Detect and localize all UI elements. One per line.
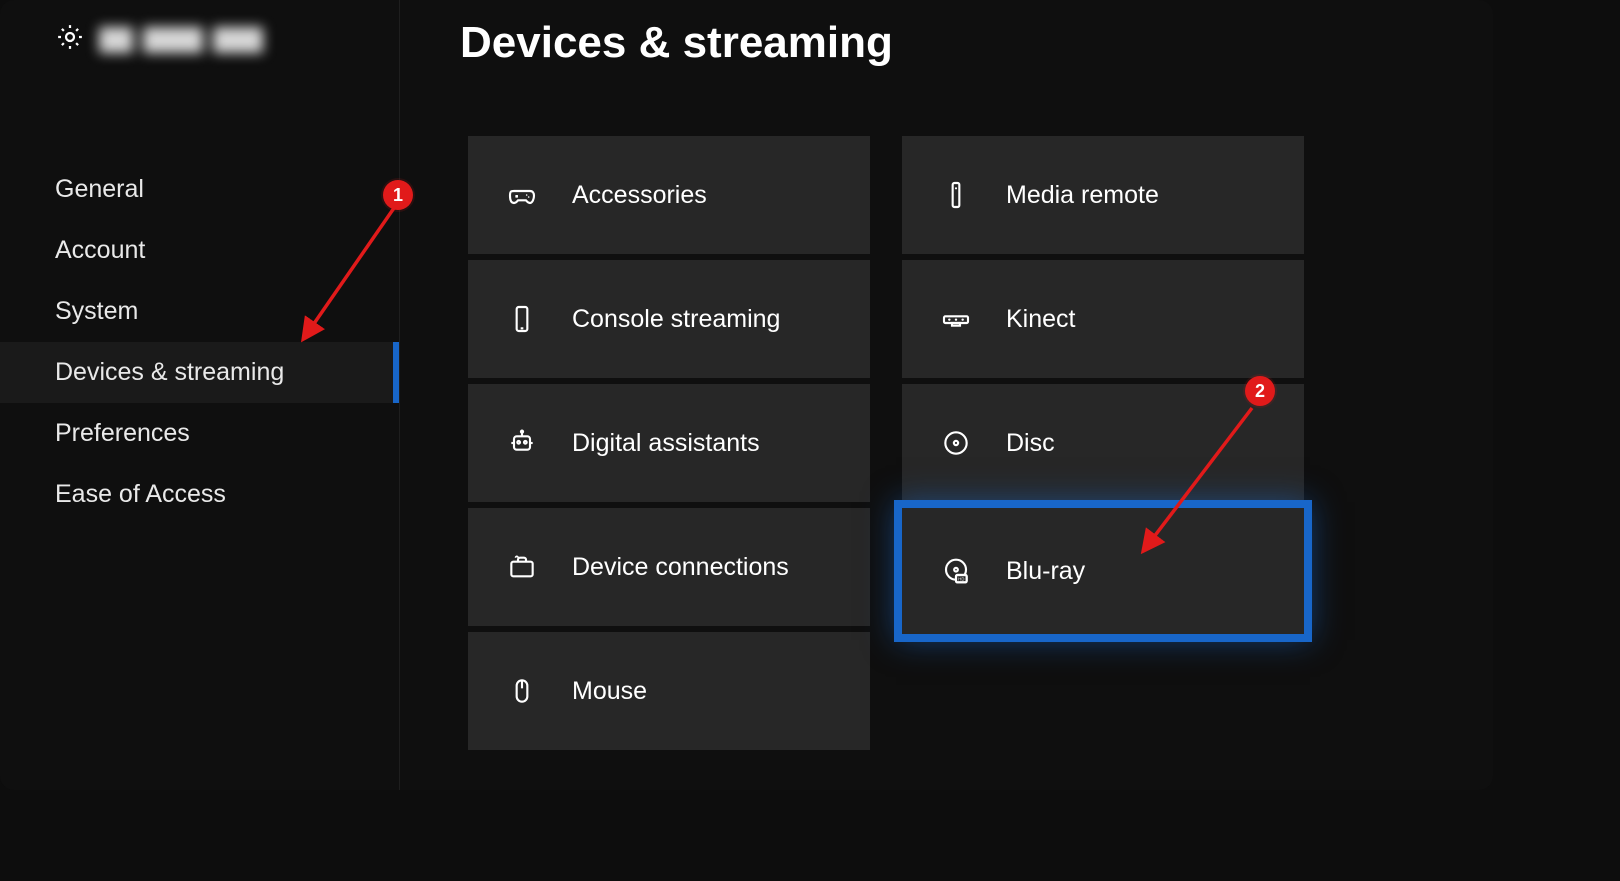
page-title: Devices & streaming xyxy=(460,18,893,68)
tile-accessories[interactable]: Accessories xyxy=(468,136,870,254)
tile-bluray[interactable]: HD Blu-ray xyxy=(902,508,1304,634)
gear-icon xyxy=(55,22,85,57)
mouse-icon xyxy=(504,673,540,709)
tile-label: Mouse xyxy=(572,677,647,706)
tile-label: Device connections xyxy=(572,553,789,582)
disc-icon xyxy=(938,425,974,461)
tile-column-2: Media remote Kinect Disc HD Blu-ray xyxy=(902,136,1304,750)
sidebar-item-account[interactable]: Account xyxy=(0,220,399,281)
remote-icon xyxy=(938,177,974,213)
tile-label: Digital assistants xyxy=(572,429,760,458)
tile-label: Console streaming xyxy=(572,305,780,334)
tile-label: Media remote xyxy=(1006,181,1159,210)
sidebar-item-label: Devices & streaming xyxy=(55,358,284,386)
tile-label: Disc xyxy=(1006,429,1055,458)
sidebar-item-general[interactable]: General xyxy=(0,159,399,220)
bluray-icon: HD xyxy=(938,553,974,589)
tile-label: Accessories xyxy=(572,181,707,210)
kinect-icon xyxy=(938,301,974,337)
tile-device-connections[interactable]: Device connections xyxy=(468,508,870,626)
controller-icon xyxy=(504,177,540,213)
assistant-icon xyxy=(504,425,540,461)
briefcase-icon xyxy=(504,549,540,585)
tile-console-streaming[interactable]: Console streaming xyxy=(468,260,870,378)
tile-digital-assistants[interactable]: Digital assistants xyxy=(468,384,870,502)
redacted-title xyxy=(99,27,263,53)
sidebar-item-label: Preferences xyxy=(55,419,190,447)
phone-icon xyxy=(504,301,540,337)
sidebar: General Account System Devices & streami… xyxy=(0,0,400,790)
tile-disc[interactable]: Disc xyxy=(902,384,1304,502)
sidebar-items: General Account System Devices & streami… xyxy=(0,159,399,525)
annotation-badge-2: 2 xyxy=(1245,376,1275,406)
tile-media-remote[interactable]: Media remote xyxy=(902,136,1304,254)
annotation-badge-1: 1 xyxy=(383,180,413,210)
tile-label: Kinect xyxy=(1006,305,1075,334)
tile-label: Blu-ray xyxy=(1006,557,1085,586)
sidebar-item-label: Account xyxy=(55,236,145,264)
sidebar-item-preferences[interactable]: Preferences xyxy=(0,403,399,464)
tile-kinect[interactable]: Kinect xyxy=(902,260,1304,378)
sidebar-item-label: System xyxy=(55,297,138,325)
tile-column-1: Accessories Console streaming Digital as… xyxy=(468,136,870,750)
sidebar-item-ease-of-access[interactable]: Ease of Access xyxy=(0,464,399,525)
svg-text:HD: HD xyxy=(958,577,964,582)
sidebar-item-label: General xyxy=(55,175,144,203)
tile-grid: Accessories Console streaming Digital as… xyxy=(468,136,1304,750)
sidebar-header xyxy=(0,0,399,79)
settings-window: General Account System Devices & streami… xyxy=(0,0,1493,790)
sidebar-item-devices-streaming[interactable]: Devices & streaming xyxy=(0,342,399,403)
sidebar-item-label: Ease of Access xyxy=(55,480,226,508)
sidebar-item-system[interactable]: System xyxy=(0,281,399,342)
tile-mouse[interactable]: Mouse xyxy=(468,632,870,750)
